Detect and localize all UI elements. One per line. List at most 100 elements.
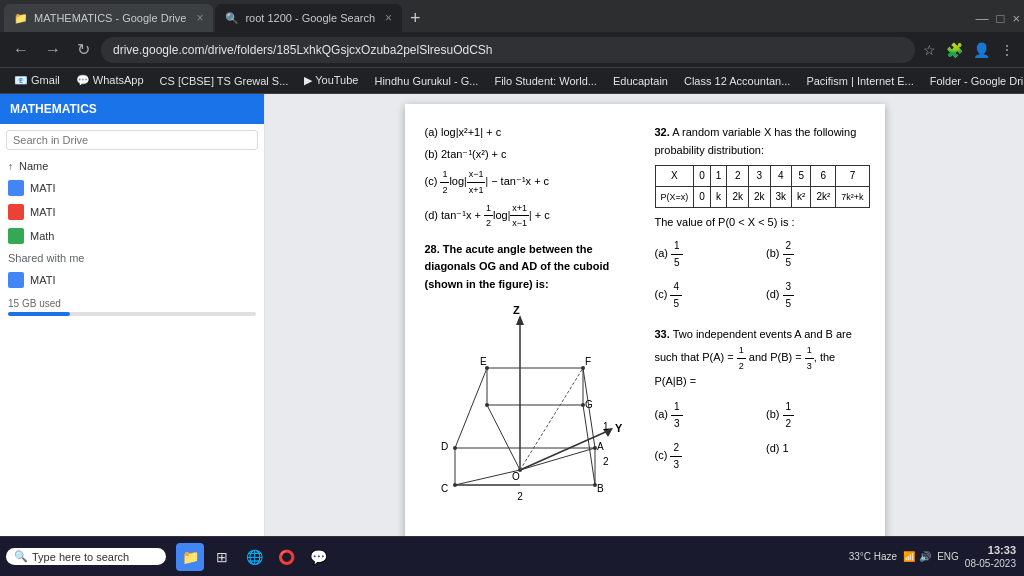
q27-option-b: (b) 2tan⁻¹(x²) + c bbox=[425, 146, 635, 164]
tab-search[interactable]: 🔍 root 1200 - Google Search × bbox=[215, 4, 402, 32]
refresh-button[interactable]: ↻ bbox=[72, 38, 95, 61]
sidebar-item-4[interactable]: MATI bbox=[0, 268, 264, 292]
table-header-px: P(X=x) bbox=[655, 187, 694, 208]
taskbar-right: 33°C Haze 📶 🔊 ENG 13:33 08-05-2023 bbox=[849, 543, 1024, 570]
new-tab-button[interactable]: + bbox=[404, 8, 427, 29]
storage-label: 15 GB used bbox=[8, 298, 61, 309]
bookmark-star-icon[interactable]: ☆ bbox=[921, 40, 938, 60]
sidebar-header: MATHEMATICS bbox=[0, 94, 264, 124]
q33-section: 33. Two independent events A and B are s… bbox=[655, 326, 870, 473]
taskbar-task-view[interactable]: ⊞ bbox=[208, 543, 236, 571]
table-x-7: 7 bbox=[836, 166, 869, 187]
extension-icon[interactable]: 🧩 bbox=[944, 40, 965, 60]
q27-option-a: (a) log|x²+1| + c bbox=[425, 124, 635, 142]
cuboid-figure: Z Y bbox=[425, 300, 635, 510]
bookmarks-bar: 📧 Gmail 💬 WhatsApp CS [CBSE] TS Grewal S… bbox=[0, 68, 1024, 94]
document-view: (a) log|x²+1| + c (b) 2tan⁻¹(x²) + c (c)… bbox=[265, 94, 1024, 576]
table-p-5: k² bbox=[792, 187, 811, 208]
q32-section: 32. A random variable X has the followin… bbox=[655, 124, 870, 312]
bookmark-folder[interactable]: Folder - Google Dri... bbox=[924, 73, 1024, 89]
system-icons: 📶 🔊 bbox=[903, 551, 931, 562]
q27-option-d: (d) tan⁻¹x + 12log|x+1x−1| + c bbox=[425, 201, 635, 231]
forward-button[interactable]: → bbox=[40, 39, 66, 61]
storage-info: 15 GB used bbox=[0, 292, 264, 322]
sidebar-item-3[interactable]: Math bbox=[0, 224, 264, 248]
bookmark-hindhu[interactable]: Hindhu Gurukul - G... bbox=[368, 73, 484, 89]
minimize-icon[interactable]: — bbox=[976, 11, 989, 26]
table-x-6: 6 bbox=[811, 166, 836, 187]
sidebar-name-header: ↑ Name bbox=[0, 156, 264, 176]
close-icon[interactable]: × bbox=[1012, 11, 1020, 26]
bookmark-whatsapp[interactable]: 💬 WhatsApp bbox=[70, 72, 150, 89]
taskbar-edge[interactable]: 🌐 bbox=[240, 543, 268, 571]
search-placeholder: Type here to search bbox=[32, 551, 129, 563]
content-area: MATHEMATICS ↑ Name MATI MATI Math Shared… bbox=[0, 94, 1024, 576]
bookmark-class12[interactable]: Class 12 Accountan... bbox=[678, 73, 796, 89]
svg-line-32 bbox=[583, 405, 595, 485]
item-icon-2 bbox=[8, 204, 24, 220]
taskbar-chrome[interactable]: ⭕ bbox=[272, 543, 300, 571]
table-p-4: 3k bbox=[770, 187, 792, 208]
bookmark-filo[interactable]: Filo Student: World... bbox=[488, 73, 603, 89]
tab-mathematics[interactable]: 📁 MATHEMATICS - Google Drive × bbox=[4, 4, 213, 32]
svg-text:B: B bbox=[597, 483, 604, 494]
svg-text:2: 2 bbox=[517, 491, 523, 502]
q28-text: 28. The acute angle between the diagonal… bbox=[425, 241, 635, 294]
table-p-7: 7k²+k bbox=[836, 187, 869, 208]
table-x-2: 2 bbox=[727, 166, 749, 187]
bookmark-cs[interactable]: CS [CBSE] TS Grewal S... bbox=[154, 73, 295, 89]
q33-option-d: (d) 1 bbox=[766, 440, 870, 473]
language-label: ENG bbox=[937, 551, 959, 562]
clock-time: 13:33 bbox=[965, 543, 1016, 557]
q27-option-c: (c) 12log|x−1x+1| − tan⁻¹x + c bbox=[425, 167, 635, 197]
svg-line-31 bbox=[487, 405, 520, 470]
table-x-1: 1 bbox=[710, 166, 727, 187]
taskbar-icons: 📁 ⊞ 🌐 ⭕ 💬 bbox=[176, 543, 332, 571]
svg-text:Z: Z bbox=[513, 304, 520, 316]
sidebar-search-input[interactable] bbox=[6, 130, 258, 150]
bookmark-gmail[interactable]: 📧 Gmail bbox=[8, 72, 66, 89]
table-x-3: 3 bbox=[748, 166, 770, 187]
tab-close-2[interactable]: × bbox=[385, 11, 392, 25]
maximize-icon[interactable]: □ bbox=[997, 11, 1005, 26]
taskbar-whatsapp[interactable]: 💬 bbox=[304, 543, 332, 571]
taskbar-search[interactable]: 🔍 Type here to search bbox=[6, 548, 166, 565]
menu-icon[interactable]: ⋮ bbox=[998, 40, 1016, 60]
svg-text:Y: Y bbox=[615, 422, 623, 434]
item-name-2: MATI bbox=[30, 206, 256, 218]
search-icon: 🔍 bbox=[14, 550, 28, 563]
tab-close-1[interactable]: × bbox=[196, 11, 203, 25]
table-p-2: 2k bbox=[727, 187, 749, 208]
table-x-4: 4 bbox=[770, 166, 792, 187]
svg-line-29 bbox=[455, 368, 487, 448]
bookmark-youtube[interactable]: ▶ YouTube bbox=[298, 72, 364, 89]
item-name-3: Math bbox=[30, 230, 256, 242]
taskbar-file-explorer[interactable]: 📁 bbox=[176, 543, 204, 571]
q28-section: 28. The acute angle between the diagonal… bbox=[425, 241, 635, 510]
nav-bar: ← → ↻ ☆ 🧩 👤 ⋮ bbox=[0, 32, 1024, 68]
bookmark-educaptain[interactable]: Educaptain bbox=[607, 73, 674, 89]
item-icon-4 bbox=[8, 272, 24, 288]
q32-option-c: (c) 45 bbox=[655, 279, 759, 312]
q32-options: (a) 15 (b) 25 (c) 45 (d) 35 bbox=[655, 238, 870, 312]
svg-marker-1 bbox=[516, 315, 524, 325]
tab-bar: 📁 MATHEMATICS - Google Drive × 🔍 root 12… bbox=[0, 0, 1024, 32]
bookmark-pacifism[interactable]: Pacifism | Internet E... bbox=[800, 73, 919, 89]
back-button[interactable]: ← bbox=[8, 39, 34, 61]
table-p-6: 2k² bbox=[811, 187, 836, 208]
q33-option-a: (a) 13 bbox=[655, 399, 759, 432]
sort-icon[interactable]: ↑ bbox=[8, 161, 13, 172]
sidebar-item-1[interactable]: MATI bbox=[0, 176, 264, 200]
q32-question: The value of P(0 < X < 5) is : bbox=[655, 214, 870, 232]
item-name-4: MATI bbox=[30, 274, 256, 286]
svg-text:C: C bbox=[441, 483, 448, 494]
sidebar-item-2[interactable]: MATI bbox=[0, 200, 264, 224]
svg-text:A: A bbox=[597, 441, 604, 452]
nav-icons: ☆ 🧩 👤 ⋮ bbox=[921, 40, 1016, 60]
table-x-5: 5 bbox=[792, 166, 811, 187]
address-bar[interactable] bbox=[101, 37, 915, 63]
network-icon: 📶 bbox=[903, 551, 915, 562]
storage-bar bbox=[8, 312, 256, 316]
doc-content: (a) log|x²+1| + c (b) 2tan⁻¹(x²) + c (c)… bbox=[425, 124, 865, 516]
profile-icon[interactable]: 👤 bbox=[971, 40, 992, 60]
